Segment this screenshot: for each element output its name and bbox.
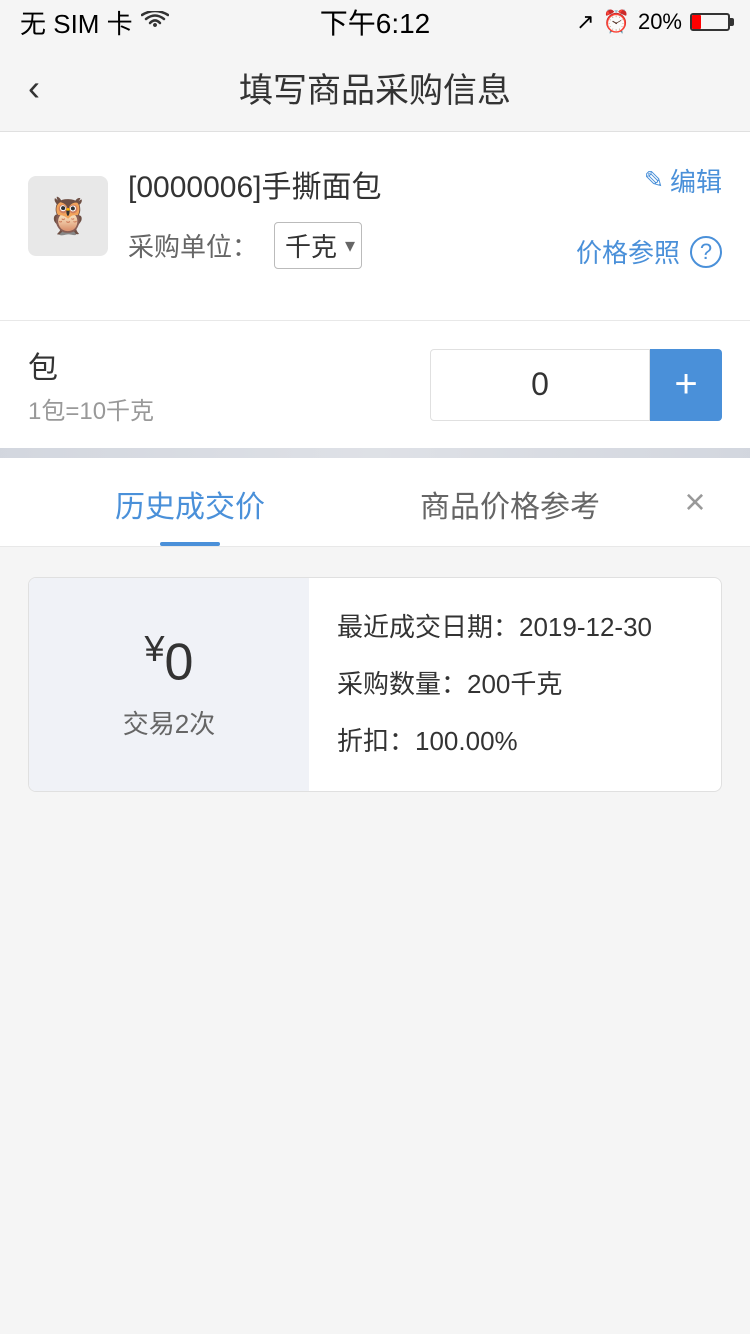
tab-history-price[interactable]: 历史成交价 [30, 458, 350, 546]
quantity-section: 包 1包=10千克 + [0, 320, 750, 448]
product-left: 🦉 [0000006]手撕面包 采购单位： 千克 [28, 162, 381, 269]
product-section: 🦉 [0000006]手撕面包 采购单位： 千克 ✎ 编辑 价格参照 ? [0, 132, 750, 320]
tabs-header: 历史成交价 商品价格参考 × [0, 458, 750, 546]
edit-label: 编辑 [670, 162, 722, 199]
carrier-text: 无 SIM 卡 [20, 4, 133, 41]
stripe-divider [0, 448, 750, 458]
tab-history-label: 历史成交价 [115, 491, 265, 524]
battery-indicator [690, 13, 730, 31]
page-title: 填写商品采购信息 [239, 63, 511, 112]
unit-label: 采购单位： [128, 227, 258, 264]
purchase-qty-row: 采购数量：200千克 [337, 665, 693, 704]
status-bar: 无 SIM 卡 下午6:12 ↗ ⏰ 20% [0, 0, 750, 44]
price-ref-button[interactable]: 价格参照 [576, 233, 680, 270]
discount-row: 折扣：100.00% [337, 722, 693, 761]
page-header: ‹ 填写商品采购信息 [0, 44, 750, 132]
wifi-icon [141, 7, 169, 38]
purchase-qty-label: 采购数量： [337, 669, 467, 699]
recent-date-label: 最近成交日期： [337, 612, 519, 642]
price-card-right: 最近成交日期：2019-12-30 采购数量：200千克 折扣：100.00% [309, 578, 721, 791]
quantity-input[interactable] [430, 349, 650, 421]
unit-select[interactable]: 千克 [274, 222, 362, 269]
recent-date-row: 最近成交日期：2019-12-30 [337, 608, 693, 647]
tabs-section: 历史成交价 商品价格参考 × [0, 458, 750, 547]
product-logo-icon: 🦉 [46, 195, 91, 237]
currency-symbol: ¥ [145, 628, 165, 669]
price-card-left: ¥0 交易2次 [29, 578, 309, 791]
price-amount: ¥0 [145, 628, 194, 692]
battery-percent: 20% [638, 9, 682, 35]
price-ref-row: 价格参照 ? [576, 233, 722, 270]
quantity-label-group: 包 1包=10千克 [28, 343, 154, 426]
price-ref-help-icon[interactable]: ? [690, 236, 722, 268]
quantity-unit-desc: 1包=10千克 [28, 391, 154, 426]
discount-label: 折扣： [337, 726, 415, 756]
recent-date-value: 2019-12-30 [519, 612, 652, 642]
quantity-unit-name: 包 [28, 343, 154, 387]
discount-value: 100.00% [415, 726, 518, 756]
status-left: 无 SIM 卡 [20, 4, 169, 41]
location-icon: ↗ [576, 9, 594, 35]
tabs-close-button[interactable]: × [670, 477, 720, 527]
product-name: [0000006]手撕面包 [128, 162, 381, 206]
price-value: 0 [165, 633, 194, 691]
product-header: 🦉 [0000006]手撕面包 采购单位： 千克 ✎ 编辑 价格参照 ? [28, 162, 722, 270]
status-right: ↗ ⏰ 20% [576, 9, 730, 35]
price-card: ¥0 交易2次 最近成交日期：2019-12-30 采购数量：200千克 折扣：… [28, 577, 722, 792]
back-button[interactable]: ‹ [28, 67, 40, 109]
quantity-input-group: + [430, 349, 722, 421]
status-time: 下午6:12 [320, 2, 431, 42]
quantity-plus-button[interactable]: + [650, 349, 722, 421]
alarm-icon: ⏰ [603, 9, 630, 35]
tab-market-price[interactable]: 商品价格参考 [350, 458, 670, 546]
card-container: ¥0 交易2次 最近成交日期：2019-12-30 采购数量：200千克 折扣：… [0, 547, 750, 1147]
unit-value: 千克 [285, 227, 337, 264]
product-info: [0000006]手撕面包 采购单位： 千克 [128, 162, 381, 269]
purchase-qty-value: 200千克 [467, 669, 562, 699]
edit-icon: ✎ [644, 166, 664, 195]
product-thumbnail: 🦉 [28, 176, 108, 256]
tab-market-label: 商品价格参考 [420, 491, 600, 524]
edit-button[interactable]: ✎ 编辑 [644, 162, 722, 199]
product-unit-row: 采购单位： 千克 [128, 222, 381, 269]
trade-count: 交易2次 [123, 704, 215, 741]
